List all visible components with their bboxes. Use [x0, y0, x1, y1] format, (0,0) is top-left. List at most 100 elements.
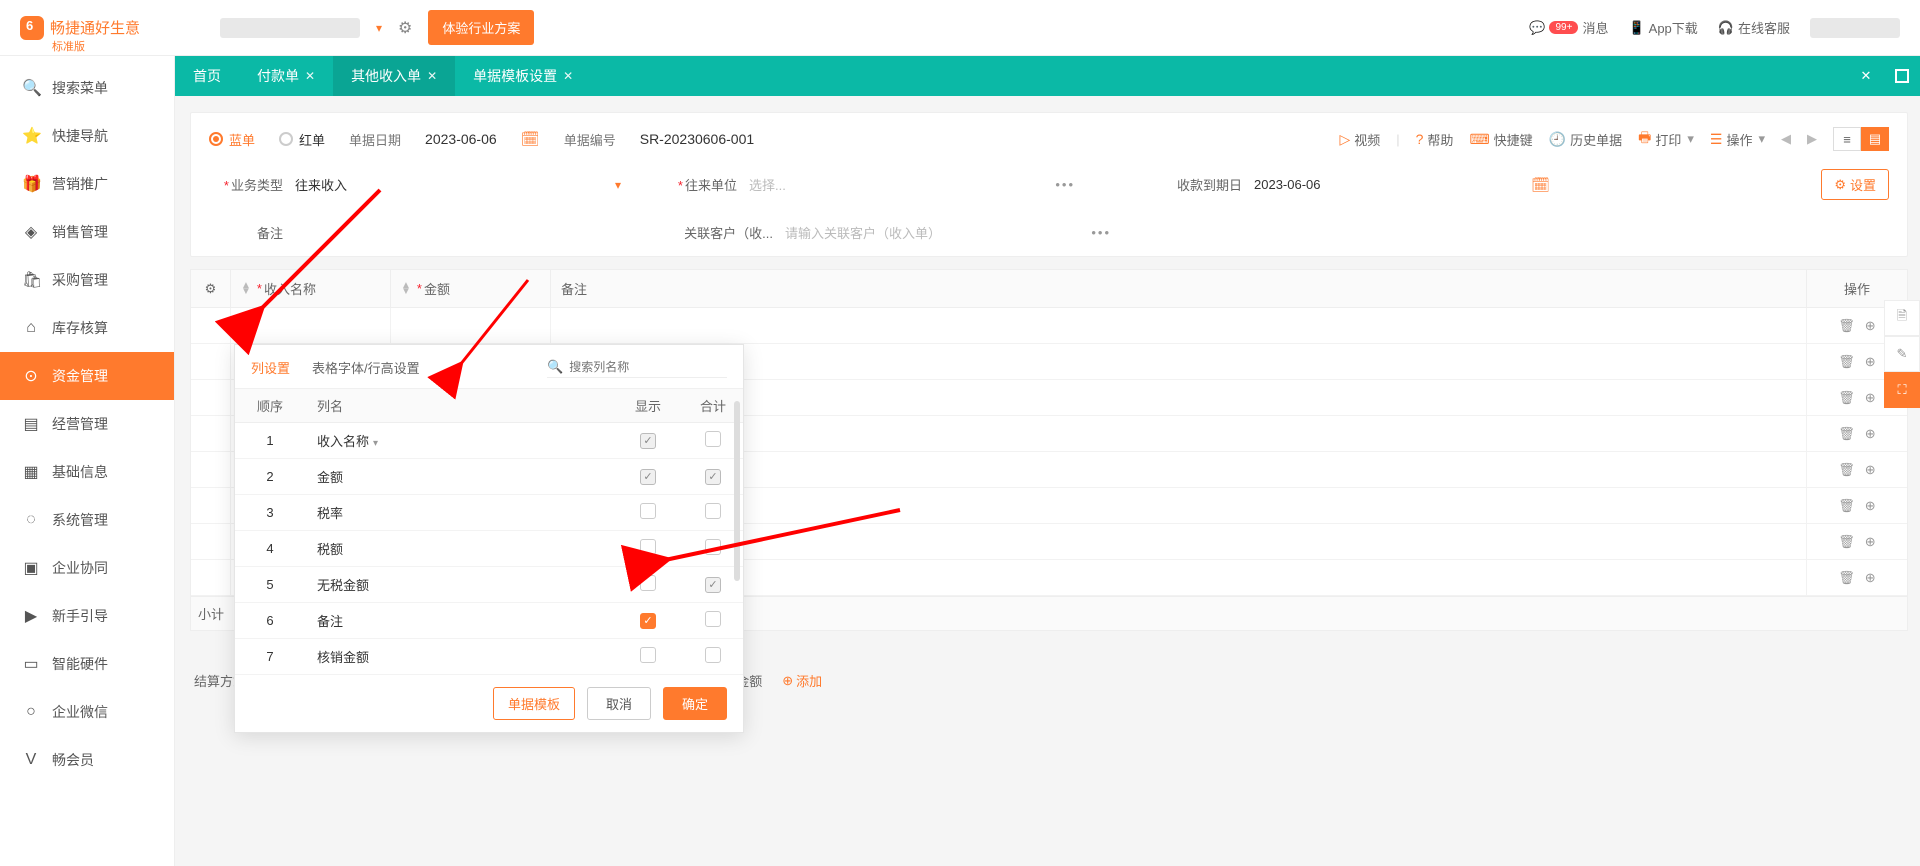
tab-3[interactable]: 单据模板设置✕	[455, 56, 591, 96]
checkbox[interactable]	[705, 503, 721, 519]
radio-red[interactable]: 红单	[279, 130, 325, 149]
tab-1[interactable]: 付款单✕	[239, 56, 333, 96]
messages-link[interactable]: 💬 99+ 消息	[1529, 18, 1608, 37]
delete-icon[interactable]: 🗑	[1838, 570, 1855, 586]
column-settings-button[interactable]: ⚙	[191, 270, 231, 307]
history-link[interactable]: 🕘历史单据	[1549, 130, 1622, 149]
checkbox[interactable]	[705, 611, 721, 627]
sidebar-item-4[interactable]: 🛍采购管理	[0, 256, 174, 304]
delete-icon[interactable]: 🗑	[1838, 390, 1855, 406]
checkbox-checked[interactable]	[640, 469, 656, 485]
float-note-button[interactable]: 🗎	[1884, 300, 1920, 336]
radio-blue[interactable]: 蓝单	[209, 130, 255, 149]
sidebar-item-12[interactable]: ▭智能硬件	[0, 640, 174, 688]
popover-scrollbar[interactable]	[734, 401, 740, 581]
sidebar-item-10[interactable]: ▣企业协同	[0, 544, 174, 592]
checkbox[interactable]	[705, 539, 721, 555]
view-compact[interactable]: ▤	[1861, 127, 1889, 151]
caret-down-icon[interactable]: ▾	[376, 21, 382, 35]
delete-icon[interactable]: 🗑	[1838, 426, 1855, 442]
close-icon[interactable]: ✕	[427, 69, 437, 83]
sidebar-item-0[interactable]: 🔍搜索菜单	[0, 64, 174, 112]
add-row-icon[interactable]: ⊕	[1865, 498, 1876, 514]
add-row-icon[interactable]: ⊕	[1865, 462, 1876, 478]
checkbox-checked[interactable]	[640, 433, 656, 449]
app-download-link[interactable]: 📱 App下载	[1628, 18, 1697, 37]
relcust-input[interactable]: 请输入关联客户（收入单） •••	[783, 218, 1113, 246]
checkbox[interactable]	[705, 647, 721, 663]
doc-actions: ▷视频 | ?帮助 ⌨快捷键 🕘历史单据 🖶打印▾ ☰操作▾ ◀ ▶ ≡ ▤	[1339, 127, 1889, 151]
tab-row-height[interactable]: 表格字体/行高设置	[312, 358, 420, 377]
add-row-icon[interactable]: ⊕	[1865, 426, 1876, 442]
checkbox[interactable]	[640, 647, 656, 663]
delete-icon[interactable]: 🗑	[1838, 498, 1855, 514]
delete-icon[interactable]: 🗑	[1838, 318, 1855, 334]
tab-2[interactable]: 其他收入单✕	[333, 56, 455, 96]
sidebar-item-1[interactable]: ⭐快捷导航	[0, 112, 174, 160]
col-header-name[interactable]: ▲▼*收入名称	[231, 270, 391, 307]
checkbox-checked[interactable]	[705, 577, 721, 593]
sidebar-item-14[interactable]: V畅会员	[0, 736, 174, 784]
sidebar: 🔍搜索菜单⭐快捷导航🎁营销推广◈销售管理🛍采购管理⌂库存核算⊙资金管理▤经营管理…	[0, 56, 175, 866]
checkbox[interactable]	[640, 575, 656, 591]
ops-link[interactable]: ☰操作▾	[1710, 130, 1765, 149]
sidebar-item-3[interactable]: ◈销售管理	[0, 208, 174, 256]
view-list[interactable]: ≡	[1833, 127, 1861, 151]
close-icon[interactable]: ✕	[305, 69, 315, 83]
delete-icon[interactable]: 🗑	[1838, 462, 1855, 478]
checkbox-checked[interactable]	[705, 469, 721, 485]
column-search[interactable]: 🔍	[547, 357, 727, 378]
cancel-button[interactable]: 取消	[587, 687, 651, 720]
doc-date-value[interactable]: 2023-06-06	[425, 131, 497, 147]
next-nav[interactable]: ▶	[1807, 131, 1817, 147]
add-row-icon[interactable]: ⊕	[1865, 318, 1876, 334]
col-header-amount[interactable]: ▲▼*金额	[391, 270, 551, 307]
promo-button[interactable]: 体验行业方案	[428, 10, 534, 45]
prev-nav[interactable]: ◀	[1781, 131, 1791, 147]
calendar-icon[interactable]: 🗓	[521, 130, 540, 148]
user-info-blurred[interactable]	[1810, 18, 1900, 38]
sidebar-item-7[interactable]: ▤经营管理	[0, 400, 174, 448]
float-edit-button[interactable]: ✎	[1884, 336, 1920, 372]
column-search-input[interactable]	[569, 360, 719, 374]
checkbox[interactable]	[705, 431, 721, 447]
party-select[interactable]: 选择... •••	[747, 171, 1077, 199]
sidebar-item-6[interactable]: ⊙资金管理	[0, 352, 174, 400]
checkbox[interactable]	[640, 539, 656, 555]
biztype-select[interactable]: 往来收入 ▾	[293, 171, 623, 199]
sidebar-item-13[interactable]: ○企业微信	[0, 688, 174, 736]
print-link[interactable]: 🖶打印▾	[1638, 127, 1694, 151]
settings-button[interactable]: ⚙设置	[1821, 169, 1889, 200]
support-link[interactable]: 🎧 在线客服	[1718, 18, 1790, 37]
close-tab-button[interactable]: ✕	[1848, 68, 1884, 84]
tab-column-settings[interactable]: 列设置	[251, 358, 290, 377]
sidebar-item-8[interactable]: ▦基础信息	[0, 448, 174, 496]
add-row-icon[interactable]: ⊕	[1865, 354, 1876, 370]
sidebar-item-2[interactable]: 🎁营销推广	[0, 160, 174, 208]
add-row-icon[interactable]: ⊕	[1865, 390, 1876, 406]
shortcut-link[interactable]: ⌨快捷键	[1469, 130, 1532, 149]
help-link[interactable]: ?帮助	[1416, 130, 1454, 149]
close-icon[interactable]: ✕	[563, 69, 573, 83]
sidebar-item-5[interactable]: ⌂库存核算	[0, 304, 174, 352]
delete-icon[interactable]: 🗑	[1838, 354, 1855, 370]
checkbox-checked[interactable]	[640, 613, 656, 629]
gear-icon[interactable]: ⚙	[398, 18, 412, 38]
confirm-button[interactable]: 确定	[663, 687, 727, 720]
sidebar-item-11[interactable]: ▶新手引导	[0, 592, 174, 640]
video-link[interactable]: ▷视频	[1339, 130, 1380, 149]
template-button[interactable]: 单据模板	[493, 687, 575, 720]
delete-icon[interactable]: 🗑	[1838, 534, 1855, 550]
sidebar-item-9[interactable]: ◌系统管理	[0, 496, 174, 544]
doc-fields-row1: *业务类型 往来收入 ▾ *往来单位 选择... ••• 收款到期日 2023-…	[209, 169, 1889, 200]
checkbox[interactable]	[640, 503, 656, 519]
float-expand-button[interactable]: ⛶	[1884, 372, 1920, 408]
duedate-input[interactable]: 2023-06-06 🗓	[1252, 171, 1552, 199]
add-row-icon[interactable]: ⊕	[1865, 534, 1876, 550]
table-row[interactable]: 🗑⊕	[191, 308, 1907, 344]
add-row-icon[interactable]: ⊕	[1865, 570, 1876, 586]
remark-input[interactable]	[293, 218, 623, 246]
tab-0[interactable]: 首页	[175, 56, 239, 96]
expand-tab-button[interactable]	[1884, 69, 1920, 83]
add-settlement-button[interactable]: ⊕添加	[782, 671, 822, 690]
